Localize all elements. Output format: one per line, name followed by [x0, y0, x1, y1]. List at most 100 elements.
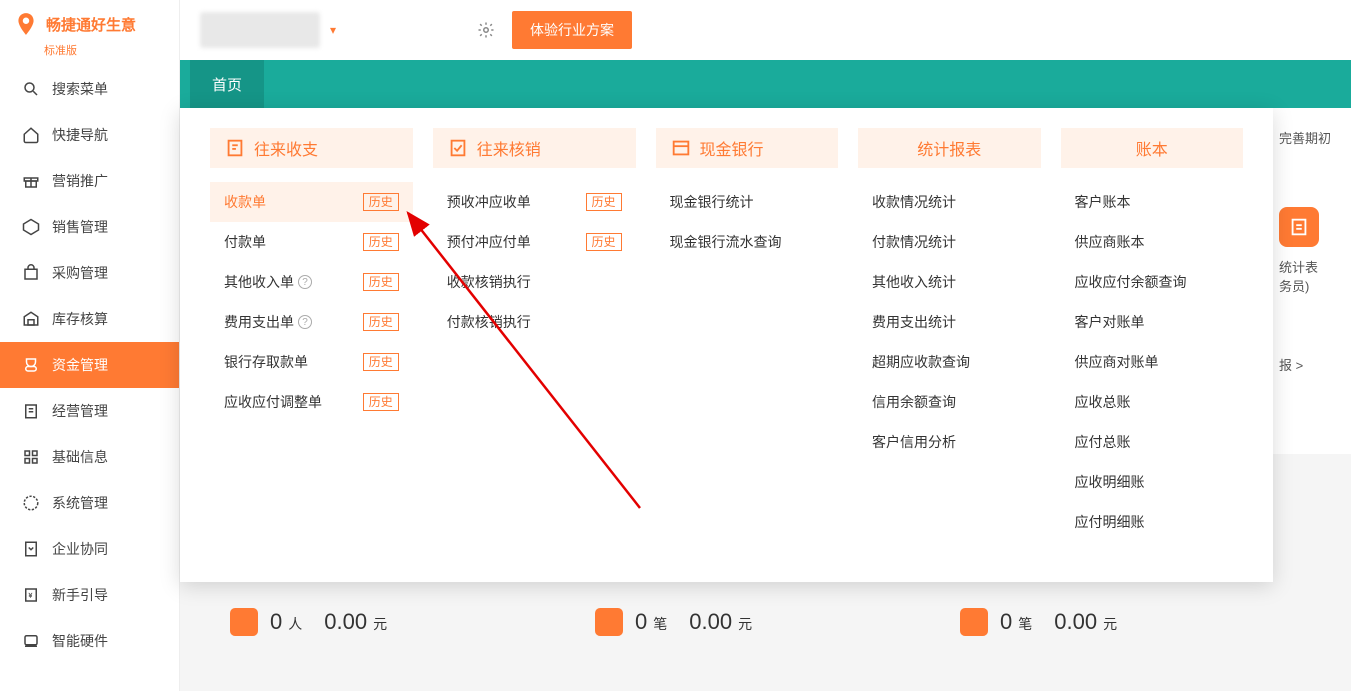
menu-payment-stats[interactable]: 付款情况统计	[858, 222, 1040, 262]
menu-payment-writeoff[interactable]: 付款核销执行	[433, 302, 636, 342]
flyout-col-cash: 现金银行 现金银行统计 现金银行流水查询	[656, 128, 838, 542]
nav-enterprise[interactable]: 企业协同	[0, 526, 179, 572]
menu-label: 应收应付调整单	[224, 392, 363, 412]
menu-prepay-offset[interactable]: 预付冲应付单 历史	[433, 222, 636, 262]
menu-ap-general[interactable]: 应付总账	[1061, 422, 1243, 462]
stat-amount: 0.00	[689, 609, 732, 635]
edge-item[interactable]: 统计表 务员)	[1279, 207, 1345, 295]
history-tag[interactable]: 历史	[363, 273, 399, 291]
nav-label: 库存核算	[52, 309, 108, 329]
history-tag[interactable]: 历史	[586, 233, 622, 251]
col-header: 往来核销	[433, 128, 636, 168]
chevron-down-icon: ▾	[330, 23, 336, 37]
flyout-col-reports: 统计报表 收款情况统计 付款情况统计 其他收入统计 费用支出统计 超期应收款查询…	[858, 128, 1040, 542]
stat-amount-unit: 元	[373, 614, 387, 634]
edge-label: 完善期初	[1279, 131, 1331, 146]
nav-funds[interactable]: 资金管理	[0, 342, 179, 388]
nav-sales[interactable]: 销售管理	[0, 204, 179, 250]
gear-icon	[477, 21, 495, 39]
tab-home[interactable]: 首页	[190, 60, 264, 108]
menu-supplier-ledger[interactable]: 供应商账本	[1061, 222, 1243, 262]
tab-bar: 首页	[180, 60, 1351, 108]
nav-basic[interactable]: 基础信息	[0, 434, 179, 480]
menu-customer-credit[interactable]: 客户信用分析	[858, 422, 1040, 462]
menu-ar-general[interactable]: 应收总账	[1061, 382, 1243, 422]
nav-system[interactable]: 系统管理	[0, 480, 179, 526]
menu-label: 预收冲应收单	[447, 192, 586, 212]
menu-label: 供应商对账单	[1075, 352, 1229, 372]
menu-payment[interactable]: 付款单 历史	[210, 222, 413, 262]
warehouse-icon	[22, 310, 40, 328]
stat-amount: 0.00	[1054, 609, 1097, 635]
stat-amount-unit: 元	[738, 614, 752, 634]
book-icon: ¥	[22, 586, 40, 604]
menu-other-income-stats[interactable]: 其他收入统计	[858, 262, 1040, 302]
history-tag[interactable]: 历史	[586, 193, 622, 211]
menu-label: 收款单	[224, 192, 363, 212]
menu-label: 信用余额查询	[872, 392, 1026, 412]
org-selector[interactable]: ▾	[200, 12, 460, 48]
menu-customer-statement[interactable]: 客户对账单	[1061, 302, 1243, 342]
logo[interactable]: 畅捷通好生意	[0, 0, 179, 48]
gift-icon	[22, 172, 40, 190]
edge-item[interactable]: 完善期初	[1279, 128, 1345, 147]
history-tag[interactable]: 历史	[363, 393, 399, 411]
help-icon[interactable]: ?	[298, 275, 312, 289]
menu-ap-detail[interactable]: 应付明细账	[1061, 502, 1243, 542]
menu-overdue-ar[interactable]: 超期应收款查询	[858, 342, 1040, 382]
menu-ar-ap-balance[interactable]: 应收应付余额查询	[1061, 262, 1243, 302]
menu-supplier-statement[interactable]: 供应商对账单	[1061, 342, 1243, 382]
menu-ar-ap-adjust[interactable]: 应收应付调整单 历史	[210, 382, 413, 422]
menu-ar-detail[interactable]: 应收明细账	[1061, 462, 1243, 502]
history-tag[interactable]: 历史	[363, 353, 399, 371]
menu-label: 费用支出单?	[224, 312, 363, 332]
flyout-col-receipts: 往来收支 收款单 历史 付款单 历史 其他收入单? 历史 费用支出单? 历史 银…	[210, 128, 413, 542]
edge-label: 报 >	[1279, 358, 1303, 373]
nav-guide[interactable]: ¥ 新手引导	[0, 572, 179, 618]
nav-label: 智能硬件	[52, 631, 108, 651]
menu-label: 现金银行流水查询	[670, 232, 824, 252]
nav-marketing[interactable]: 营销推广	[0, 158, 179, 204]
stat-transactions-2: 0笔 0.00元	[960, 608, 1301, 636]
menu-prereceipt-offset[interactable]: 预收冲应收单 历史	[433, 182, 636, 222]
menu-bank-transfer[interactable]: 银行存取款单 历史	[210, 342, 413, 382]
col-title: 往来核销	[477, 136, 541, 160]
nav-inventory[interactable]: 库存核算	[0, 296, 179, 342]
experience-button[interactable]: 体验行业方案	[512, 11, 632, 49]
menu-label: 应收应付余额查询	[1075, 272, 1229, 292]
history-tag[interactable]: 历史	[363, 233, 399, 251]
menu-expense[interactable]: 费用支出单? 历史	[210, 302, 413, 342]
history-tag[interactable]: 历史	[363, 193, 399, 211]
menu-receipt-stats[interactable]: 收款情况统计	[858, 182, 1040, 222]
settings-button[interactable]	[472, 16, 500, 44]
stat-amount-unit: 元	[1103, 614, 1117, 634]
history-tag[interactable]: 历史	[363, 313, 399, 331]
menu-cash-stats[interactable]: 现金银行统计	[656, 182, 838, 222]
nav-purchase[interactable]: 采购管理	[0, 250, 179, 296]
flyout-col-ledger: 账本 客户账本 供应商账本 应收应付余额查询 客户对账单 供应商对账单 应收总账…	[1061, 128, 1243, 542]
menu-receipt[interactable]: 收款单 历史	[210, 182, 413, 222]
menu-receipt-writeoff[interactable]: 收款核销执行	[433, 262, 636, 302]
brand-name: 畅捷通好生意	[46, 14, 136, 35]
sidebar: 畅捷通好生意 标准版 搜索菜单 快捷导航 营销推广 销售管理 采购管理	[0, 0, 180, 691]
col-title: 账本	[1136, 136, 1168, 160]
nav-operation[interactable]: 经营管理	[0, 388, 179, 434]
help-icon[interactable]: ?	[298, 315, 312, 329]
menu-label: 客户对账单	[1075, 312, 1229, 332]
menu-cash-flow[interactable]: 现金银行流水查询	[656, 222, 838, 262]
edge-item[interactable]: 报 >	[1279, 355, 1345, 374]
nav-search[interactable]: 搜索菜单	[0, 66, 179, 112]
nav-label: 快捷导航	[52, 125, 108, 145]
sync-icon	[22, 540, 40, 558]
stat-num: 0	[270, 609, 282, 635]
stat-unit: 笔	[653, 614, 667, 634]
menu-customer-ledger[interactable]: 客户账本	[1061, 182, 1243, 222]
nav-label: 系统管理	[52, 493, 108, 513]
menu-other-income[interactable]: 其他收入单? 历史	[210, 262, 413, 302]
nav-hardware[interactable]: 智能硬件	[0, 618, 179, 664]
nav-list: 搜索菜单 快捷导航 营销推广 销售管理 采购管理 库存核算	[0, 66, 179, 691]
stat-people: 0人 0.00元	[230, 608, 571, 636]
nav-quick[interactable]: 快捷导航	[0, 112, 179, 158]
menu-credit-balance[interactable]: 信用余额查询	[858, 382, 1040, 422]
menu-expense-stats[interactable]: 费用支出统计	[858, 302, 1040, 342]
